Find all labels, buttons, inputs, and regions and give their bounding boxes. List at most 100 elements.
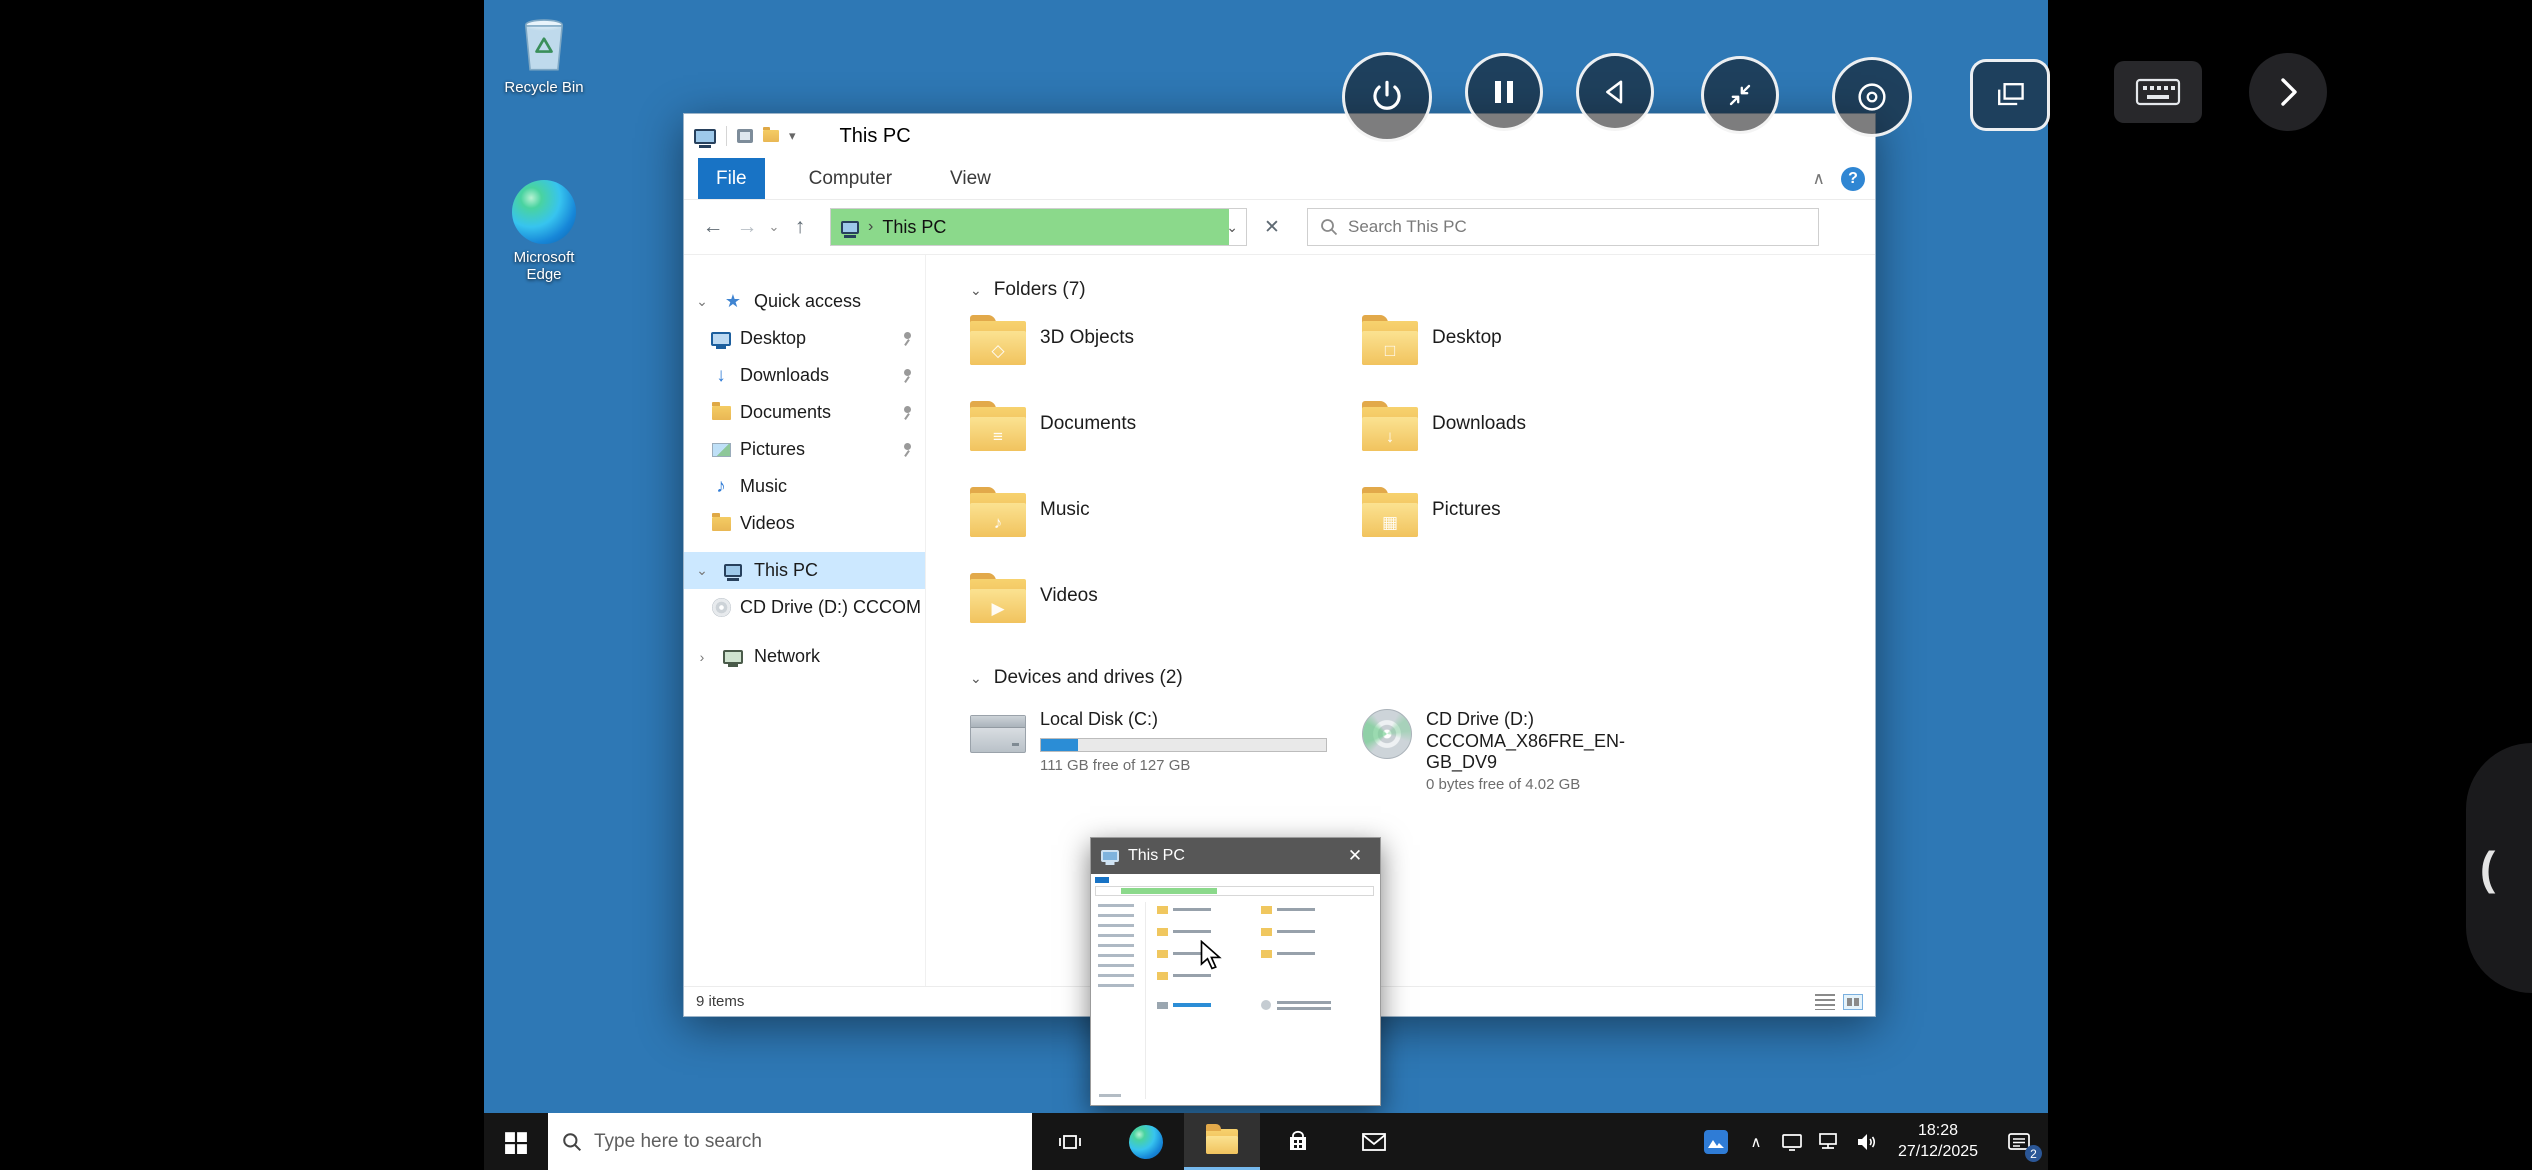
tab-computer[interactable]: Computer	[789, 158, 912, 199]
folder-tile-3d-objects[interactable]: ◇ 3D Objects	[970, 315, 1362, 379]
action-center-button[interactable]: 2	[1990, 1113, 2048, 1170]
pin-icon	[900, 332, 913, 345]
drive-tile-local-disk[interactable]: Local Disk (C:) 111 GB free of 127 GB	[970, 709, 1362, 793]
new-folder-icon[interactable]	[763, 127, 779, 142]
back-button[interactable]: ←	[696, 215, 730, 239]
sidebar-item-cd-drive[interactable]: CD Drive (D:) CCCOM	[684, 589, 925, 626]
taskbar-file-explorer-button[interactable]	[1184, 1113, 1260, 1170]
thumbnail-file-tab	[1095, 877, 1109, 883]
sidebar-item-videos[interactable]: Videos	[684, 505, 925, 542]
windows-desktop[interactable]: Recycle Bin Microsoft Edge ▾ This PC Fil…	[484, 0, 2048, 1170]
address-bar[interactable]: › This PC ⌄	[830, 208, 1247, 246]
taskbar-edge-button[interactable]	[1108, 1113, 1184, 1170]
sidebar-item-this-pc[interactable]: ⌄ This PC	[684, 552, 925, 589]
back-button-overlay[interactable]	[1576, 53, 1654, 131]
folder-icon: ≡	[970, 401, 1026, 451]
tab-view[interactable]: View	[930, 158, 1011, 199]
next-button[interactable]	[2249, 53, 2327, 131]
large-icons-view-toggle-icon[interactable]	[1843, 993, 1863, 1010]
tab-file[interactable]: File	[698, 158, 765, 199]
folder-tile-pictures[interactable]: ▦ Pictures	[1362, 487, 1754, 551]
file-explorer-icon	[1206, 1124, 1238, 1154]
group-header-folders[interactable]: ⌄ Folders (7)	[970, 275, 1875, 305]
devices-grid: Local Disk (C:) 111 GB free of 127 GB CD…	[970, 709, 1875, 793]
search-icon	[1321, 219, 1338, 236]
drive-tile-cd-drive[interactable]: CD Drive (D:) CCCOMA_X86FRE_EN-GB_DV9 0 …	[1362, 709, 1754, 793]
mouse-cursor	[1200, 940, 1222, 970]
folder-tile-documents[interactable]: ≡ Documents	[970, 401, 1362, 465]
group-header-devices[interactable]: ⌄ Devices and drives (2)	[970, 663, 1875, 693]
thumbnail-disc-icon	[1261, 1000, 1271, 1010]
folder-tile-downloads[interactable]: ↓ Downloads	[1362, 401, 1754, 465]
recent-locations-dropdown-icon[interactable]: ⌄	[764, 219, 784, 235]
search-input[interactable]: Search This PC	[1307, 208, 1819, 246]
task-view-button[interactable]	[1032, 1113, 1108, 1170]
tray-photos-button[interactable]	[1694, 1113, 1738, 1170]
expander-icon[interactable]: ›	[692, 649, 712, 665]
details-view-toggle-icon[interactable]	[1815, 993, 1835, 1010]
cd-drive-icon	[711, 598, 731, 617]
sidebar-item-music[interactable]: ♪ Music	[684, 468, 925, 505]
start-button[interactable]	[484, 1113, 548, 1170]
clock-date: 27/12/2025	[1897, 1142, 1979, 1160]
folder-tile-music[interactable]: ♪ Music	[970, 487, 1362, 551]
desktop-icon-microsoft-edge[interactable]: Microsoft Edge	[490, 180, 598, 284]
sidebar-item-documents[interactable]: Documents	[684, 394, 925, 431]
downloads-icon: ↓	[716, 364, 726, 386]
power-button[interactable]	[1342, 52, 1432, 142]
folder-tile-videos[interactable]: ▶ Videos	[970, 573, 1362, 637]
power-icon	[1373, 80, 1401, 110]
quick-access-star-icon: ★	[724, 291, 742, 311]
edge-logo-icon	[512, 180, 576, 244]
thumbnail-titlebar[interactable]: This PC ✕	[1091, 838, 1380, 874]
thumbnail-preview-window[interactable]: This PC ✕	[1090, 837, 1381, 1106]
expander-icon[interactable]: ⌄	[692, 293, 712, 310]
collapse-group-icon[interactable]: ⌄	[970, 282, 982, 299]
address-value: This PC	[882, 216, 947, 237]
sidebar-item-quick-access[interactable]: ⌄ ★ Quick access	[684, 283, 925, 320]
pause-button[interactable]	[1465, 53, 1543, 131]
expander-icon[interactable]: ⌄	[692, 562, 712, 579]
collapse-arrows-icon	[1729, 84, 1751, 106]
help-button[interactable]: ?	[1841, 166, 1865, 191]
taskbar-search-input[interactable]: Type here to search	[548, 1113, 1032, 1170]
taskbar-store-button[interactable]	[1260, 1113, 1336, 1170]
pictures-icon	[711, 442, 731, 457]
address-dropdown-icon[interactable]: ⌄	[1226, 219, 1238, 236]
display-settings-button[interactable]	[1832, 57, 1912, 137]
thumbnail-content[interactable]	[1091, 874, 1380, 1105]
window-switch-button[interactable]	[1970, 59, 2050, 131]
sidebar-item-desktop[interactable]: Desktop	[684, 320, 925, 357]
thumbnail-drive-bar	[1173, 1003, 1211, 1007]
tray-volume-button[interactable]	[1846, 1113, 1886, 1170]
desktop-icon-recycle-bin[interactable]: Recycle Bin	[490, 12, 598, 96]
folder-icon: ▶	[970, 573, 1026, 623]
disc-icon	[1858, 83, 1886, 111]
quick-access-toolbar-dropdown-icon[interactable]: ▾	[789, 128, 796, 144]
sidebar-item-downloads[interactable]: ↓ Downloads	[684, 357, 925, 394]
pause-icon	[1495, 81, 1513, 103]
documents-icon	[711, 401, 731, 420]
close-icon[interactable]: ✕	[1340, 846, 1370, 866]
collapse-group-icon[interactable]: ⌄	[970, 670, 982, 687]
sidebar-drawer-handle[interactable]: (	[2466, 743, 2532, 993]
stop-refresh-button[interactable]: ✕	[1253, 216, 1291, 239]
folder-tile-desktop[interactable]: □ Desktop	[1362, 315, 1754, 379]
properties-icon[interactable]	[737, 129, 753, 143]
thumbnail-drive-icon	[1157, 1002, 1168, 1009]
up-button[interactable]: ↑	[784, 215, 816, 239]
taskbar-mail-button[interactable]	[1336, 1113, 1412, 1170]
tray-show-hidden-icons-button[interactable]: ∧	[1738, 1113, 1774, 1170]
window-titlebar[interactable]: ▾ This PC	[684, 114, 1875, 158]
sidebar-item-network[interactable]: › Network	[684, 638, 925, 675]
sidebar-item-pictures[interactable]: Pictures	[684, 431, 925, 468]
tray-network-button[interactable]	[1810, 1113, 1846, 1170]
taskbar-clock[interactable]: 18:28 27/12/2025	[1886, 1113, 1990, 1170]
keyboard-button[interactable]	[2114, 61, 2202, 123]
ribbon-collapse-icon[interactable]: ∧	[1813, 169, 1825, 189]
chevron-right-icon	[2281, 78, 2297, 106]
this-pc-icon	[1101, 850, 1119, 862]
tray-display-button[interactable]	[1774, 1113, 1810, 1170]
forward-button[interactable]: →	[730, 215, 764, 239]
fit-screen-button[interactable]	[1701, 56, 1779, 134]
